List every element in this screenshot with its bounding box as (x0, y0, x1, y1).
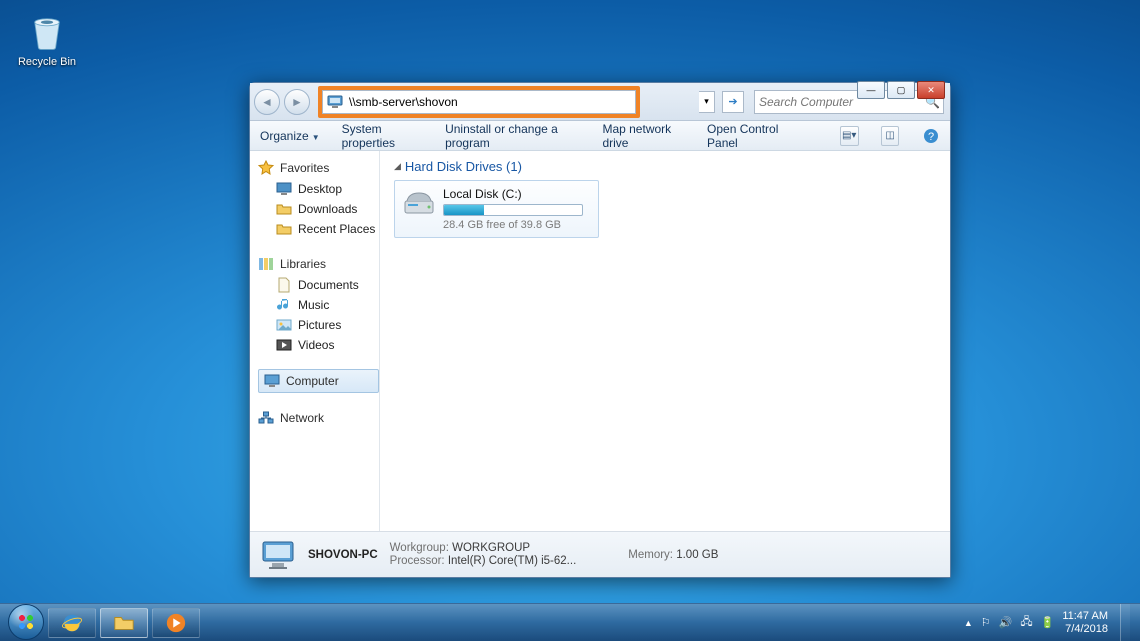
nav-libraries[interactable]: Libraries (258, 253, 379, 275)
details-pane: SHOVON-PC Workgroup: WORKGROUP Processor… (250, 531, 950, 577)
tray-volume-icon[interactable]: 🔊 (999, 616, 1013, 629)
tray-show-hidden-icon[interactable]: ▲ (964, 618, 973, 628)
nav-favorites[interactable]: Favorites (258, 157, 379, 179)
preview-pane-button[interactable]: ◫ (881, 126, 900, 146)
address-row: ◄ ► ▾ ➔ 🔍 (250, 83, 950, 121)
content-pane: ◢ Hard Disk Drives (1) Local Disk (C:) 2… (380, 151, 950, 531)
media-player-icon (165, 612, 187, 634)
toolbar-control-panel[interactable]: Open Control Panel (707, 122, 796, 150)
minimize-button[interactable]: — (857, 81, 885, 99)
address-input[interactable] (349, 95, 631, 109)
system-tray: ▲ ⚐ 🔊 🖧 🔋 11:47 AM 7/4/2018 (964, 604, 1134, 641)
star-icon (258, 160, 274, 176)
nav-item-desktop[interactable]: Desktop (258, 179, 379, 199)
pictures-icon (276, 317, 292, 333)
view-button[interactable]: ▤▾ (840, 126, 859, 146)
drive-stats: 28.4 GB free of 39.8 GB (443, 219, 583, 231)
tray-clock[interactable]: 11:47 AM 7/4/2018 (1062, 610, 1108, 634)
back-button[interactable]: ◄ (254, 89, 280, 115)
computer-large-icon (260, 537, 296, 573)
computer-icon (264, 373, 280, 389)
maximize-button[interactable]: ▢ (887, 81, 915, 99)
toolbar-system-properties[interactable]: System properties (342, 122, 423, 150)
computer-icon (327, 94, 343, 110)
desktop-icon (276, 181, 292, 197)
music-icon (276, 297, 292, 313)
nav-item-recent[interactable]: Recent Places (258, 219, 379, 239)
navigation-pane: Favorites Desktop Downloads Recent Place… (250, 151, 380, 531)
help-icon: ? (923, 128, 939, 144)
details-memory: 1.00 GB (676, 549, 718, 561)
show-desktop-button[interactable] (1120, 604, 1130, 641)
windows-logo-icon (8, 604, 44, 640)
nav-item-videos[interactable]: Videos (258, 335, 379, 355)
drive-local-disk-c[interactable]: Local Disk (C:) 28.4 GB free of 39.8 GB (394, 180, 599, 238)
drive-icon (403, 187, 435, 219)
forward-button[interactable]: ► (284, 89, 310, 115)
help-button[interactable]: ? (921, 126, 940, 146)
videos-icon (276, 337, 292, 353)
section-hard-disks[interactable]: ◢ Hard Disk Drives (1) (394, 159, 936, 174)
go-refresh-button[interactable]: ➔ (722, 91, 744, 113)
chevron-down-icon: ▼ (312, 133, 320, 142)
toolbar: Organize▼ System properties Uninstall or… (250, 121, 950, 151)
address-bar[interactable] (322, 90, 636, 114)
drive-name: Local Disk (C:) (443, 187, 583, 201)
explorer-window: — ▢ ✕ ◄ ► ▾ ➔ 🔍 Organize▼ Sys (249, 82, 951, 578)
folder-icon (276, 201, 292, 217)
caret-down-icon: ◢ (394, 161, 401, 172)
nav-computer[interactable]: Computer (258, 369, 379, 393)
document-icon (276, 277, 292, 293)
nav-item-music[interactable]: Music (258, 295, 379, 315)
start-button[interactable] (6, 602, 46, 641)
address-dropdown[interactable]: ▾ (699, 91, 715, 113)
details-pc-name: SHOVON-PC (308, 549, 378, 561)
svg-text:?: ? (928, 131, 934, 143)
close-button[interactable]: ✕ (917, 81, 945, 99)
nav-network[interactable]: Network (258, 407, 379, 429)
desktop-icon-recycle-bin[interactable]: Recycle Bin (10, 10, 84, 68)
tray-battery-icon[interactable]: 🔋 (1041, 616, 1055, 629)
tray-network-icon[interactable]: 🖧 (1020, 613, 1032, 632)
toolbar-organize[interactable]: Organize▼ (260, 129, 320, 143)
taskbar-media-player[interactable] (152, 608, 200, 638)
toolbar-uninstall[interactable]: Uninstall or change a program (445, 122, 580, 150)
folder-icon (276, 221, 292, 237)
details-workgroup: WORKGROUP (452, 542, 530, 554)
taskbar: ▲ ⚐ 🔊 🖧 🔋 11:47 AM 7/4/2018 (0, 603, 1140, 641)
recycle-bin-icon (26, 10, 68, 52)
tray-flag-icon[interactable]: ⚐ (981, 616, 991, 629)
address-bar-highlight (318, 86, 640, 118)
taskbar-explorer[interactable] (100, 608, 148, 638)
details-processor: Intel(R) Core(TM) i5-62... (448, 555, 576, 567)
ie-icon (61, 612, 83, 634)
nav-item-downloads[interactable]: Downloads (258, 199, 379, 219)
folder-icon (113, 612, 135, 634)
nav-item-documents[interactable]: Documents (258, 275, 379, 295)
taskbar-ie[interactable] (48, 608, 96, 638)
network-icon (258, 410, 274, 426)
toolbar-map-drive[interactable]: Map network drive (602, 122, 685, 150)
drive-usage-bar (443, 204, 583, 216)
nav-item-pictures[interactable]: Pictures (258, 315, 379, 335)
desktop-icon-label: Recycle Bin (10, 56, 84, 68)
libraries-icon (258, 256, 274, 272)
